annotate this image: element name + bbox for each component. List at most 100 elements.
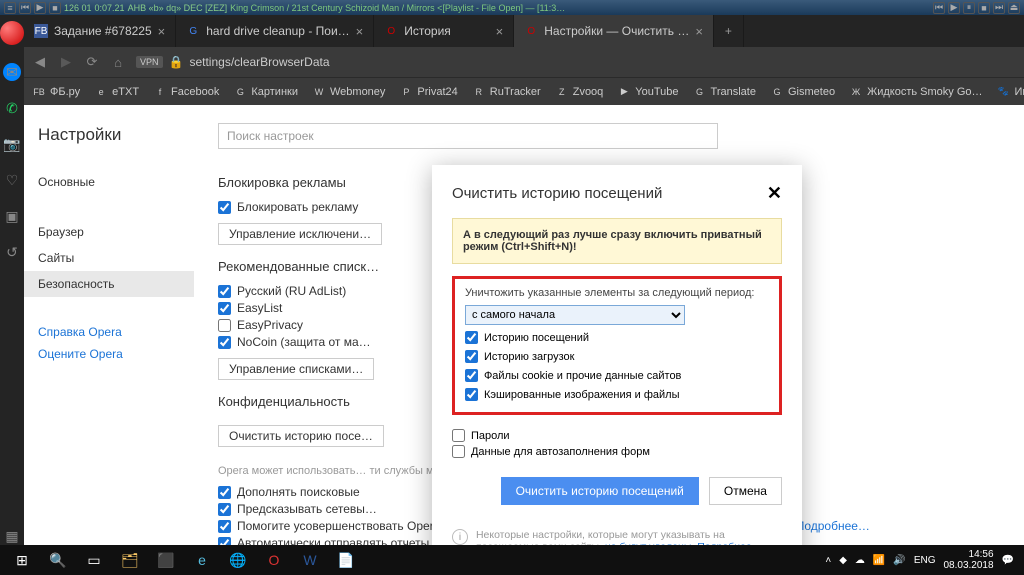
tray-app-icon[interactable]: ◆: [839, 555, 847, 566]
url-input[interactable]: VPN 🔒 settings/clearBrowserData: [136, 55, 1024, 69]
word-icon[interactable]: W: [292, 546, 328, 574]
clear-option-checkbox[interactable]: Историю посещений: [465, 331, 769, 344]
home-icon[interactable]: ⌂: [110, 55, 126, 70]
clear-extra-checkbox[interactable]: Данные для автозаполнения форм: [452, 445, 782, 458]
close-icon[interactable]: ×: [356, 24, 364, 39]
bookmark-favicon-icon: e: [94, 85, 108, 99]
news-icon[interactable]: ▣: [3, 207, 21, 225]
favicon-fb-icon: FB: [34, 24, 48, 38]
winamp-play2-icon[interactable]: ▶: [948, 2, 960, 14]
notepad-icon[interactable]: 📄: [328, 546, 364, 574]
bookmark-item[interactable]: ZZvooq: [555, 85, 604, 99]
tab-label: История: [404, 24, 451, 38]
tab-2[interactable]: O История ×: [374, 15, 514, 47]
clear-history-modal: Очистить историю посещений ✕ А в следующ…: [432, 165, 802, 545]
period-select[interactable]: с самого начала: [465, 305, 685, 325]
bookmark-item[interactable]: ▶YouTube: [617, 85, 678, 99]
bookmark-favicon-icon: Z: [555, 85, 569, 99]
winamp-prev-icon[interactable]: ⏮: [19, 2, 31, 14]
history-icon[interactable]: ↺: [3, 243, 21, 261]
favicon-o-icon: O: [524, 24, 538, 38]
clear-option-checkbox[interactable]: Файлы cookie и прочие данные сайтов: [465, 369, 769, 382]
tab-label: Задание #678225: [54, 24, 152, 38]
tray-chevron-icon[interactable]: ˄: [825, 555, 831, 566]
winamp-next-icon[interactable]: ⏭: [993, 2, 1005, 14]
extensions-icon[interactable]: ▦: [3, 527, 21, 545]
tab-0[interactable]: FB Задание #678225 ×: [24, 15, 176, 47]
bookmark-item[interactable]: PPrivat24: [399, 85, 457, 99]
bookmark-item[interactable]: 🐾Интернет-магазин: [997, 85, 1024, 99]
camera-icon[interactable]: 📷: [3, 135, 21, 153]
explorer-icon[interactable]: 🗂: [112, 546, 148, 574]
back-icon[interactable]: ◀: [32, 54, 48, 70]
bookmark-favicon-icon: ▶: [617, 85, 631, 99]
winamp-open-icon[interactable]: ⏏: [1008, 2, 1020, 14]
winamp-bar: ≡ ⏮ ▶ ■ 126 01 0:07.21 AHB «b» dq» DEC […: [0, 0, 1024, 15]
bookmark-favicon-icon: G: [770, 85, 784, 99]
modal-info: i Некоторые настройки, которые могут ука…: [452, 529, 782, 545]
close-icon[interactable]: ×: [695, 24, 703, 39]
tray-volume-icon[interactable]: 🔊: [893, 555, 905, 566]
lock-icon: 🔒: [169, 55, 184, 69]
winamp-stop2-icon[interactable]: ■: [978, 2, 990, 14]
chrome-icon[interactable]: 🌐: [220, 546, 256, 574]
bookmark-item[interactable]: GКартинки: [233, 85, 298, 99]
whatsapp-icon[interactable]: ✆: [3, 99, 21, 117]
new-tab-button[interactable]: +: [714, 15, 744, 47]
left-rail: ✉ ✆ 📷 ♡ ▣ ↺ ▦: [0, 15, 24, 545]
bookmark-favicon-icon: G: [693, 85, 707, 99]
close-icon[interactable]: ×: [158, 24, 166, 39]
bookmark-bar: FBФБ.ру eeTXT fFacebook GКартинки WWebmoney P…: [24, 77, 1024, 105]
opera-icon[interactable]: O: [256, 546, 292, 574]
vpn-badge[interactable]: VPN: [136, 56, 163, 68]
modal-close-icon[interactable]: ✕: [767, 183, 782, 204]
taskbar-clock[interactable]: 14:56 08.03.2018: [943, 549, 993, 571]
tray-notif-icon[interactable]: 💬: [1002, 555, 1014, 566]
bookmark-item[interactable]: FBФБ.ру: [32, 85, 80, 99]
clear-button[interactable]: Очистить историю посещений: [501, 477, 699, 505]
tray-wifi-icon[interactable]: 📶: [873, 555, 885, 566]
search-icon[interactable]: 🔍: [40, 546, 76, 574]
tray-cloud-icon[interactable]: ☁: [855, 555, 865, 566]
bookmark-item[interactable]: GGismeteo: [770, 85, 835, 99]
tab-1[interactable]: Ghard drive cleanup - Пои…×: [176, 15, 374, 47]
favicon-g-icon: G: [186, 24, 200, 38]
clear-option-checkbox[interactable]: Кэшированные изображения и файлы: [465, 388, 769, 401]
winamp-prev2-icon[interactable]: ⏮: [933, 2, 945, 14]
clear-option-checkbox[interactable]: Историю загрузок: [465, 350, 769, 363]
tray-lang[interactable]: ENG: [914, 555, 936, 566]
clear-extra-checkbox[interactable]: Пароли: [452, 429, 782, 442]
messenger-icon[interactable]: ✉: [3, 63, 21, 81]
bookmark-item[interactable]: ЖЖидкость Smoky Go…: [849, 85, 982, 99]
bookmark-item[interactable]: GTranslate: [693, 85, 756, 99]
winamp-play-icon[interactable]: ▶: [34, 2, 46, 14]
bookmark-item[interactable]: RRuTracker: [472, 85, 541, 99]
modal-hint: А в следующий раз лучше сразу включить п…: [452, 218, 782, 264]
opera-logo-icon[interactable]: [0, 21, 24, 45]
task-view-icon[interactable]: ▭: [76, 546, 112, 574]
app-icon[interactable]: ⬛: [148, 546, 184, 574]
tab-strip: FB Задание #678225 × Ghard drive cleanup -…: [24, 15, 1024, 47]
bookmark-favicon-icon: W: [312, 85, 326, 99]
reload-icon[interactable]: ⟳: [84, 54, 100, 70]
heart-icon[interactable]: ♡: [3, 171, 21, 189]
edge-icon[interactable]: e: [184, 546, 220, 574]
bookmark-favicon-icon: R: [472, 85, 486, 99]
winamp-menu-icon[interactable]: ≡: [4, 2, 16, 14]
winamp-pause-icon[interactable]: ⏸: [963, 2, 975, 14]
cancel-button[interactable]: Отмена: [709, 477, 782, 505]
forward-icon[interactable]: ▶: [58, 54, 74, 70]
info-icon: i: [452, 529, 468, 545]
close-icon[interactable]: ×: [496, 24, 504, 39]
tab-3[interactable]: OНастройки — Очистить …×: [514, 15, 714, 47]
start-button[interactable]: ⊞: [4, 546, 40, 574]
bookmark-item[interactable]: eeTXT: [94, 85, 139, 99]
browser-window: ✉ ✆ 📷 ♡ ▣ ↺ ▦ FB Задание #678225 × Ghard d…: [0, 15, 1024, 545]
bookmark-favicon-icon: f: [153, 85, 167, 99]
url-text: settings/clearBrowserData: [189, 55, 329, 69]
modal-body: Уничтожить указанные элементы за следующ…: [452, 276, 782, 415]
winamp-stop-icon[interactable]: ■: [49, 2, 61, 14]
bookmark-item[interactable]: WWebmoney: [312, 85, 385, 99]
favicon-o-icon: O: [384, 24, 398, 38]
bookmark-item[interactable]: fFacebook: [153, 85, 219, 99]
